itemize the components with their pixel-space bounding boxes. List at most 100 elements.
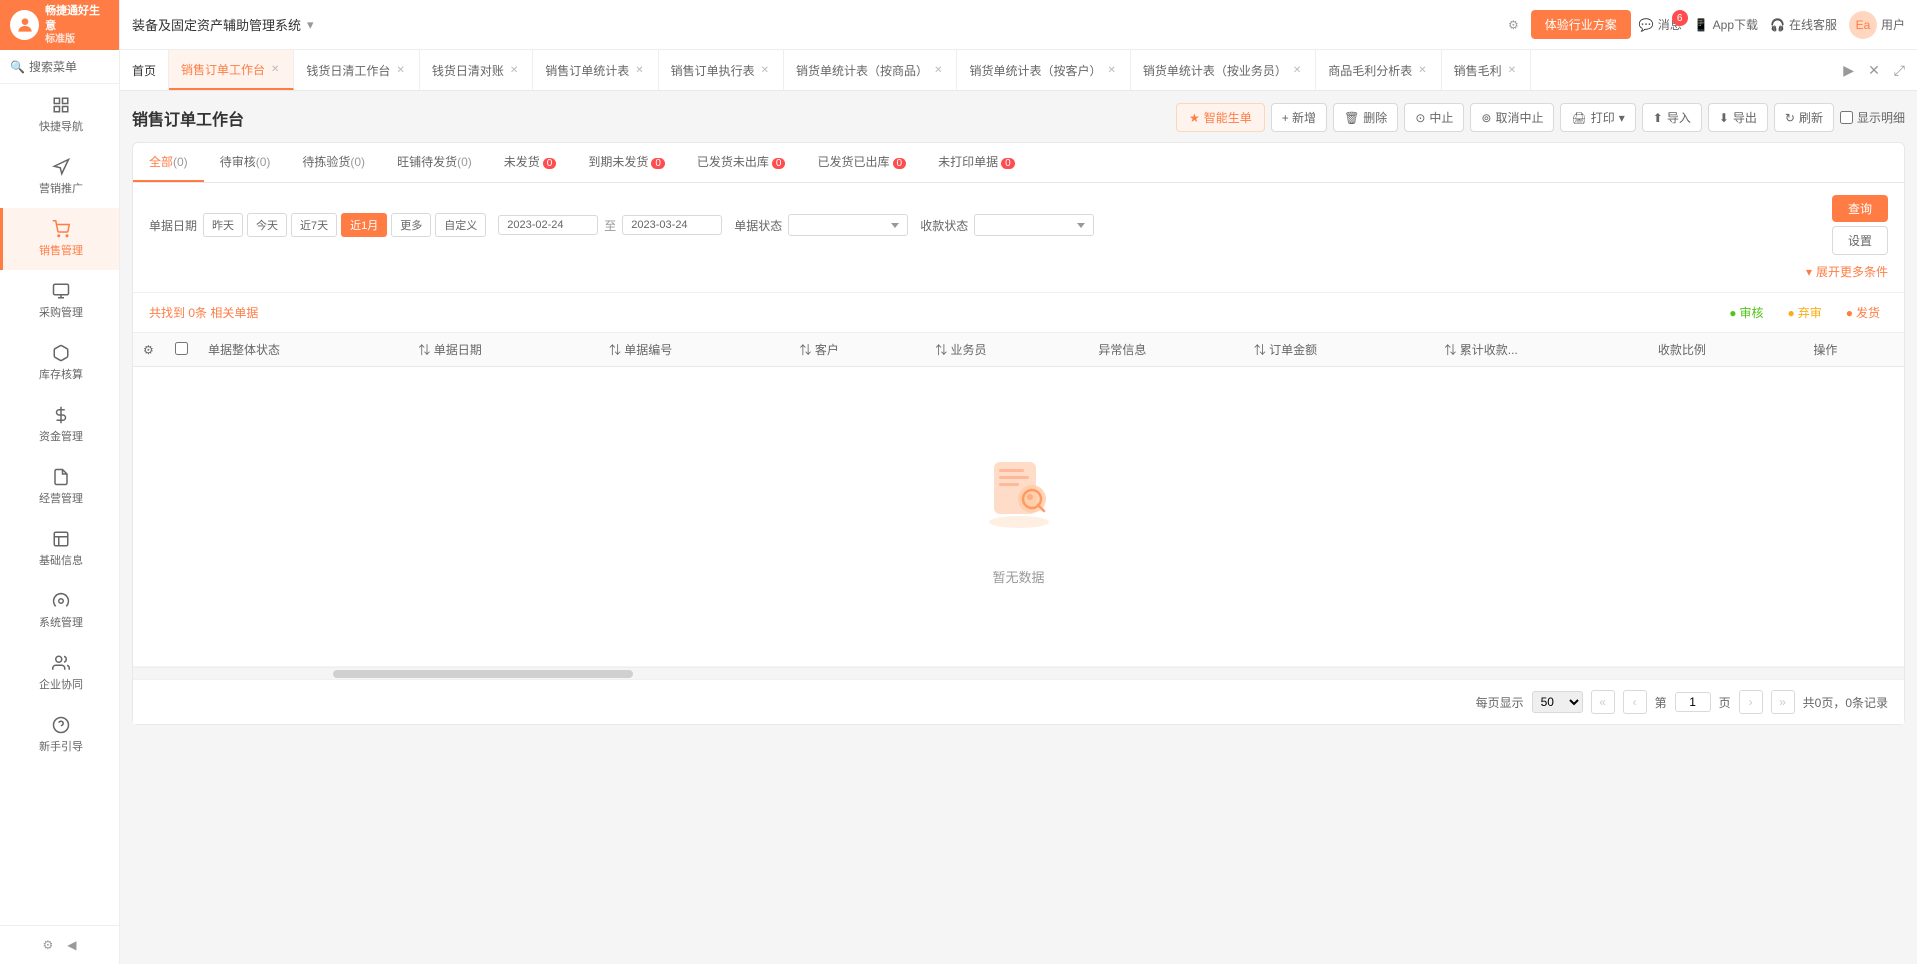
filter-tabs: 全部(0) 待审核(0) 待拣验货(0) 旺铺待发货(0) 未发货0 到期未发货… <box>133 143 1904 183</box>
col-status[interactable]: 单据整体状态 <box>198 333 408 367</box>
set-button[interactable]: 设置 <box>1832 226 1888 255</box>
settings-icon[interactable]: ⚙ <box>1504 14 1523 36</box>
sidebar-item-finance[interactable]: 资金管理 <box>0 394 119 456</box>
batch-review-button[interactable]: ● 审核 <box>1721 301 1771 324</box>
sidebar-item-purchase[interactable]: 采购管理 <box>0 270 119 332</box>
date-more[interactable]: 更多 <box>391 213 431 237</box>
tab-cash-daily[interactable]: 钱货日清工作台 ✕ <box>294 50 419 90</box>
filter-tab-expired-not-shipped[interactable]: 到期未发货0 <box>572 143 681 182</box>
print-button[interactable]: 🖨 打印 ▾ <box>1560 103 1635 132</box>
message-button[interactable]: 💬 消息 6 <box>1639 16 1682 33</box>
settings-button[interactable]: ⚙ <box>39 934 58 956</box>
date-today[interactable]: 今天 <box>247 213 287 237</box>
col-number[interactable]: ⇅ 单据编号 <box>599 333 790 367</box>
tab-sales-gross[interactable]: 销售毛利 ✕ <box>1442 50 1531 90</box>
select-all-checkbox[interactable] <box>175 342 188 355</box>
tab-close-sales-exec[interactable]: ✕ <box>759 63 771 78</box>
status-select[interactable] <box>788 214 908 236</box>
sidebar-item-inventory[interactable]: 库存核算 <box>0 332 119 394</box>
date-7days[interactable]: 近7天 <box>291 213 337 237</box>
tab-maximize-button[interactable]: ⤢ <box>1890 58 1909 83</box>
stop-button[interactable]: ⊙ 中止 <box>1404 103 1464 132</box>
payment-select[interactable] <box>974 214 1094 236</box>
sidebar-item-quick-nav[interactable]: 快捷导航 <box>0 84 119 146</box>
show-detail-input[interactable] <box>1840 111 1853 124</box>
filter-tab-all[interactable]: 全部(0) <box>133 143 204 182</box>
sidebar-item-base[interactable]: 基础信息 <box>0 518 119 580</box>
col-customer[interactable]: ⇅ 客户 <box>790 333 926 367</box>
export-button[interactable]: ⬇ 导出 <box>1708 103 1768 132</box>
tab-close-sales-by-product[interactable]: ✕ <box>932 63 944 78</box>
query-button[interactable]: 查询 <box>1832 195 1888 222</box>
delete-button[interactable]: 🗑 删除 <box>1333 103 1398 132</box>
tab-close-sales-by-staff[interactable]: ✕ <box>1291 63 1303 78</box>
filter-tab-not-shipped[interactable]: 未发货0 <box>488 143 573 182</box>
tab-cash-reconcile[interactable]: 钱货日清对账 ✕ <box>420 50 533 90</box>
tab-close-cash-reconcile[interactable]: ✕ <box>508 63 520 78</box>
user-menu[interactable]: Ea 用户 <box>1849 11 1905 39</box>
tab-close-sales-stat[interactable]: ✕ <box>633 63 645 78</box>
sidebar-search[interactable]: 🔍 搜索菜单 <box>0 50 119 84</box>
app-download-button[interactable]: 📱 App下载 <box>1694 16 1758 33</box>
date-1month[interactable]: 近1月 <box>341 213 387 237</box>
orders-table: ⚙ 单据整体状态 ⇅ 单据日期 ⇅ 单据编号 <box>133 333 1904 667</box>
search-icon: 🔍 <box>10 60 25 74</box>
tab-close-sales-workbench[interactable]: ✕ <box>269 62 281 77</box>
batch-ship-button[interactable]: ● 发货 <box>1838 301 1888 324</box>
tab-sales-workbench[interactable]: 销售订单工作台 ✕ <box>169 50 294 90</box>
tab-close-sales-gross[interactable]: ✕ <box>1506 63 1518 78</box>
tab-close-all-button[interactable]: ✕ <box>1864 58 1884 83</box>
online-service-button[interactable]: 🎧 在线客服 <box>1770 16 1837 33</box>
horizontal-scrollbar[interactable] <box>133 667 1904 679</box>
col-date[interactable]: ⇅ 单据日期 <box>408 333 599 367</box>
page-size-select[interactable]: 20 50 100 <box>1532 691 1583 713</box>
filter-tab-not-printed[interactable]: 未打印单据0 <box>922 143 1031 182</box>
filter-tab-wangpu-ship[interactable]: 旺铺待发货(0) <box>381 143 488 182</box>
page-label: 第 <box>1655 694 1667 711</box>
tab-gross-profit[interactable]: 商品毛利分析表 ✕ <box>1316 50 1441 90</box>
page-number-input[interactable] <box>1675 692 1711 712</box>
tab-close-cash-daily[interactable]: ✕ <box>394 63 406 78</box>
collapse-button[interactable]: ◀ <box>63 934 80 956</box>
filter-tab-shipped-out[interactable]: 已发货已出库0 <box>801 143 922 182</box>
sidebar-item-operation[interactable]: 经营管理 <box>0 456 119 518</box>
tab-home[interactable]: 首页 <box>120 50 169 90</box>
first-page-button[interactable]: « <box>1591 690 1615 714</box>
last-page-button[interactable]: » <box>1771 690 1795 714</box>
solution-button[interactable]: 体验行业方案 <box>1531 10 1631 39</box>
date-custom[interactable]: 自定义 <box>435 213 486 237</box>
tab-sales-by-staff[interactable]: 销货单统计表（按业务员） ✕ <box>1131 50 1316 90</box>
refresh-button[interactable]: ↻ 刷新 <box>1774 103 1834 132</box>
import-button[interactable]: ⬆ 导入 <box>1642 103 1702 132</box>
date-to-input[interactable] <box>622 215 722 235</box>
filter-tab-pending-inspect[interactable]: 待拣验货(0) <box>286 143 381 182</box>
tab-sales-exec[interactable]: 销售订单执行表 ✕ <box>659 50 784 90</box>
batch-cancel-review-button[interactable]: ● 弃审 <box>1779 301 1829 324</box>
cancel-stop-button[interactable]: ⊚ 取消中止 <box>1470 103 1554 132</box>
tab-sales-by-product[interactable]: 销货单统计表（按商品） ✕ <box>784 50 957 90</box>
date-from-input[interactable] <box>498 215 598 235</box>
sidebar-item-system[interactable]: 系统管理 <box>0 580 119 642</box>
sidebar-item-marketing[interactable]: 营销推广 <box>0 146 119 208</box>
col-gear[interactable]: ⚙ <box>133 333 165 367</box>
filter-tab-shipped-not-out[interactable]: 已发货未出库0 <box>681 143 802 182</box>
tab-scroll-right-button[interactable]: ▶ <box>1839 58 1858 83</box>
new-button[interactable]: + 新增 <box>1271 103 1327 132</box>
sidebar-item-guide[interactable]: 新手引导 <box>0 704 119 766</box>
date-yesterday[interactable]: 昨天 <box>203 213 243 237</box>
next-page-button[interactable]: › <box>1739 690 1763 714</box>
tab-sales-stat[interactable]: 销售订单统计表 ✕ <box>533 50 658 90</box>
show-detail-checkbox[interactable]: 显示明细 <box>1840 109 1905 126</box>
scrollbar-thumb[interactable] <box>333 670 633 678</box>
tab-close-sales-by-customer[interactable]: ✕ <box>1105 63 1117 78</box>
filter-tab-pending-review[interactable]: 待审核(0) <box>204 143 287 182</box>
smart-create-button[interactable]: ★ 智能生单 <box>1176 103 1265 132</box>
col-amount[interactable]: ⇅ 订单金额 <box>1244 333 1435 367</box>
sidebar-item-sales[interactable]: 销售管理 <box>0 208 119 270</box>
prev-page-button[interactable]: ‹ <box>1623 690 1647 714</box>
expand-more-button[interactable]: ▾ 展开更多条件 <box>1806 263 1888 280</box>
tab-close-gross-profit[interactable]: ✕ <box>1416 63 1428 78</box>
tab-sales-by-customer[interactable]: 销货单统计表（按客户） ✕ <box>957 50 1130 90</box>
delete-icon: 🗑 <box>1344 111 1359 125</box>
sidebar-item-enterprise[interactable]: 企业协同 <box>0 642 119 704</box>
